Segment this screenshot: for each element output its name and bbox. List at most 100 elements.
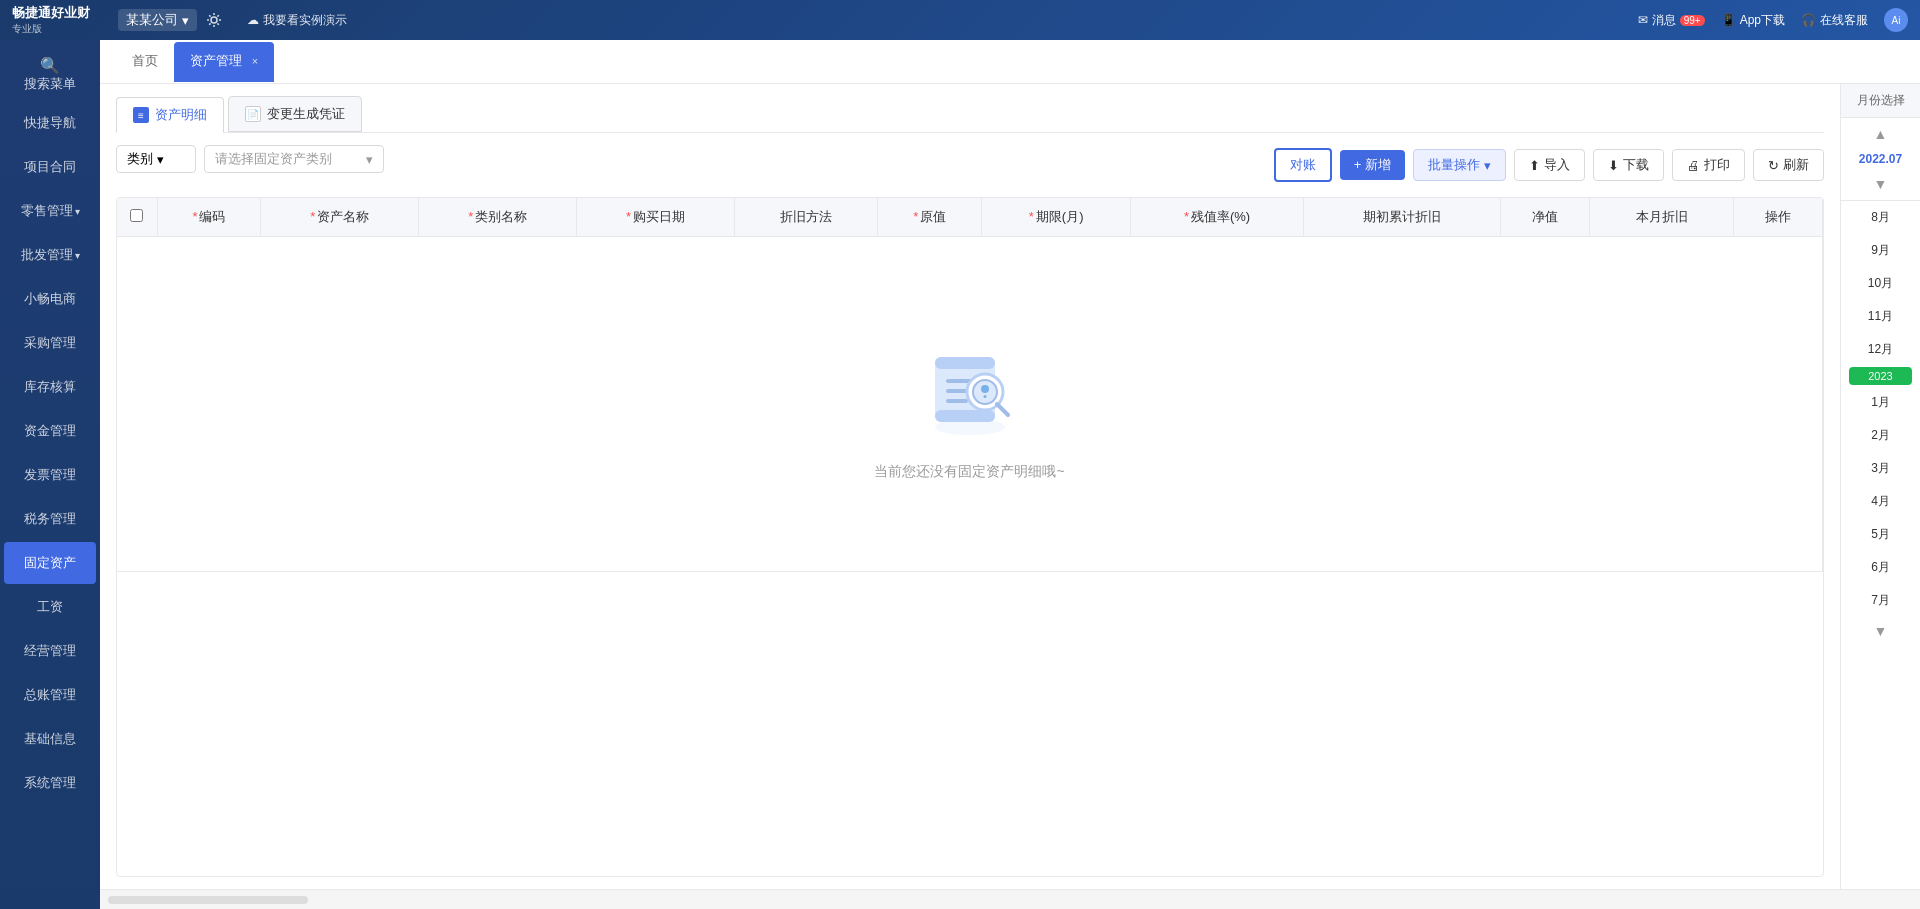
month-panel-down-button[interactable]: ▼ [1871,621,1891,641]
month-nav-down-button[interactable]: ▼ [1871,174,1891,194]
import-button[interactable]: ⬆ 导入 [1514,149,1585,181]
month-item-8[interactable]: 8月 [1841,201,1920,234]
message-badge: 99+ [1680,15,1705,26]
sidebar-item-inventory[interactable]: 库存核算 [4,366,96,408]
asset-table-element: *编码 *资产名称 *类别名称 *购买日期 折旧方法 *原值 *期限(月) *残… [117,198,1823,572]
app-download-button[interactable]: 📱 App下载 [1721,12,1785,29]
match-button[interactable]: 对账 [1274,148,1332,182]
batch-button[interactable]: 批量操作 ▾ [1413,149,1506,181]
tab-asset-management[interactable]: 资产管理 × [174,42,274,82]
month-item-2023-2[interactable]: 2月 [1841,419,1920,452]
message-label: 消息 [1652,12,1676,29]
col-net-value: 净值 [1501,198,1590,237]
sidebar-item-purchase[interactable]: 采购管理 [4,322,96,364]
sidebar-item-quick-nav[interactable]: 快捷导航 [4,102,96,144]
sidebar-item-system[interactable]: 系统管理 [4,762,96,804]
col-period: *期限(月) [982,198,1131,237]
month-item-9[interactable]: 9月 [1841,234,1920,267]
month-nav-up-button[interactable]: ▲ [1871,124,1891,144]
sub-tab-asset-detail[interactable]: ≡ 资产明细 [116,97,224,133]
demo-link-text: 我要看实例演示 [263,12,347,29]
month-selector-panel: 月份选择 ▲ 2022.07 ▼ 8月 9月 10月 11月 12月 [1840,84,1920,889]
change-voucher-icon: 📄 [245,106,261,122]
month-item-2023-3[interactable]: 3月 [1841,452,1920,485]
svg-rect-4 [935,410,995,422]
sub-tab-change-voucher[interactable]: 📄 变更生成凭证 [228,96,362,132]
svg-line-10 [997,404,1008,415]
month-panel-header: 月份选择 [1841,84,1920,118]
download-button[interactable]: ⬇ 下载 [1593,149,1664,181]
category-type-select[interactable]: 类别 ▾ [116,145,196,173]
tab-home[interactable]: 首页 [116,42,174,82]
company-name: 某某公司 [126,11,178,29]
select-all-checkbox[interactable] [130,209,143,222]
empty-state-cell: 当前您还没有固定资产明细哦~ [117,237,1823,572]
sidebar-item-operations[interactable]: 经营管理 [4,630,96,672]
home-tab-label: 首页 [132,53,158,68]
month-item-12[interactable]: 12月 [1841,333,1920,366]
download-icon: ⬇ [1608,158,1619,173]
refresh-button[interactable]: ↻ 刷新 [1753,149,1824,181]
cloud-icon: ☁ [247,13,259,27]
quick-nav-label: 快捷导航 [24,114,76,132]
message-icon: ✉ [1638,13,1648,27]
search-label: 搜索菜单 [10,75,90,93]
add-button[interactable]: + 新增 [1340,150,1405,180]
col-accumulated-depreciation: 期初累计折旧 [1303,198,1500,237]
month-item-10[interactable]: 10月 [1841,267,1920,300]
user-avatar[interactable]: Ai [1884,8,1908,32]
checkbox-header [117,198,157,237]
category-value-select[interactable]: 请选择固定资产类别 ▾ [204,145,384,173]
app-title: 畅捷通好业财 [12,4,90,22]
col-category: *类别名称 [419,198,577,237]
sidebar-item-invoice[interactable]: 发票管理 [4,454,96,496]
horizontal-scrollbar[interactable] [108,896,308,904]
month-item-2023-5[interactable]: 5月 [1841,518,1920,551]
online-service-button[interactable]: 🎧 在线客服 [1801,12,1868,29]
category-label: 类别 [127,150,153,168]
empty-text: 当前您还没有固定资产明细哦~ [874,463,1064,481]
sidebar: 🔍 搜索菜单 快捷导航 项目合同 零售管理 ▾ 批发管理 ▾ 小畅电商 采购管理… [0,40,100,909]
col-original-value: *原值 [878,198,982,237]
month-nav-down: ▼ [1869,172,1893,196]
col-depreciation-method: 折旧方法 [735,198,878,237]
headset-icon: 🎧 [1801,13,1816,27]
sidebar-item-ledger[interactable]: 总账管理 [4,674,96,716]
demo-link[interactable]: ☁ 我要看实例演示 [247,12,347,29]
empty-illustration [910,327,1030,447]
app-logo: 畅捷通好业财 专业版 [12,4,90,36]
settings-icon[interactable] [205,11,223,29]
month-item-2023-1[interactable]: 1月 [1841,386,1920,419]
active-tab-label: 资产管理 [190,53,242,68]
month-item-2023-4[interactable]: 4月 [1841,485,1920,518]
empty-state-row: 当前您还没有固定资产明细哦~ [117,237,1823,572]
svg-rect-7 [946,399,968,403]
tab-close-button[interactable]: × [252,55,258,67]
asset-detail-label: 资产明细 [155,106,207,124]
sidebar-item-finance[interactable]: 资金管理 [4,410,96,452]
svg-point-0 [211,17,217,23]
sidebar-search[interactable]: 🔍 搜索菜单 [0,48,100,101]
month-item-2023-7[interactable]: 7月 [1841,584,1920,617]
mobile-icon: 📱 [1721,13,1736,27]
sidebar-item-project[interactable]: 项目合同 [4,146,96,188]
sidebar-item-assets[interactable]: 固定资产 [4,542,96,584]
svg-rect-12 [983,395,986,398]
sidebar-item-ecommerce[interactable]: 小畅电商 [4,278,96,320]
batch-label: 批量操作 [1428,156,1480,174]
selected-month-year[interactable]: 2022.07 [1851,146,1910,172]
sidebar-item-basics[interactable]: 基础信息 [4,718,96,760]
retail-arrow: ▾ [75,206,80,217]
print-button[interactable]: 🖨 打印 [1672,149,1745,181]
top-bar-right: ✉ 消息 99+ 📱 App下载 🎧 在线客服 Ai [1638,8,1908,32]
month-item-11[interactable]: 11月 [1841,300,1920,333]
sidebar-item-retail[interactable]: 零售管理 ▾ [4,190,96,232]
month-item-2023-6[interactable]: 6月 [1841,551,1920,584]
sidebar-item-tax[interactable]: 税务管理 [4,498,96,540]
sidebar-item-payroll[interactable]: 工资 [4,586,96,628]
message-button[interactable]: ✉ 消息 99+ [1638,12,1705,29]
company-selector[interactable]: 某某公司 ▾ [118,9,197,31]
chevron-down-icon: ▾ [182,13,189,28]
sidebar-item-wholesale[interactable]: 批发管理 ▾ [4,234,96,276]
filter-value-chevron-icon: ▾ [366,152,373,167]
